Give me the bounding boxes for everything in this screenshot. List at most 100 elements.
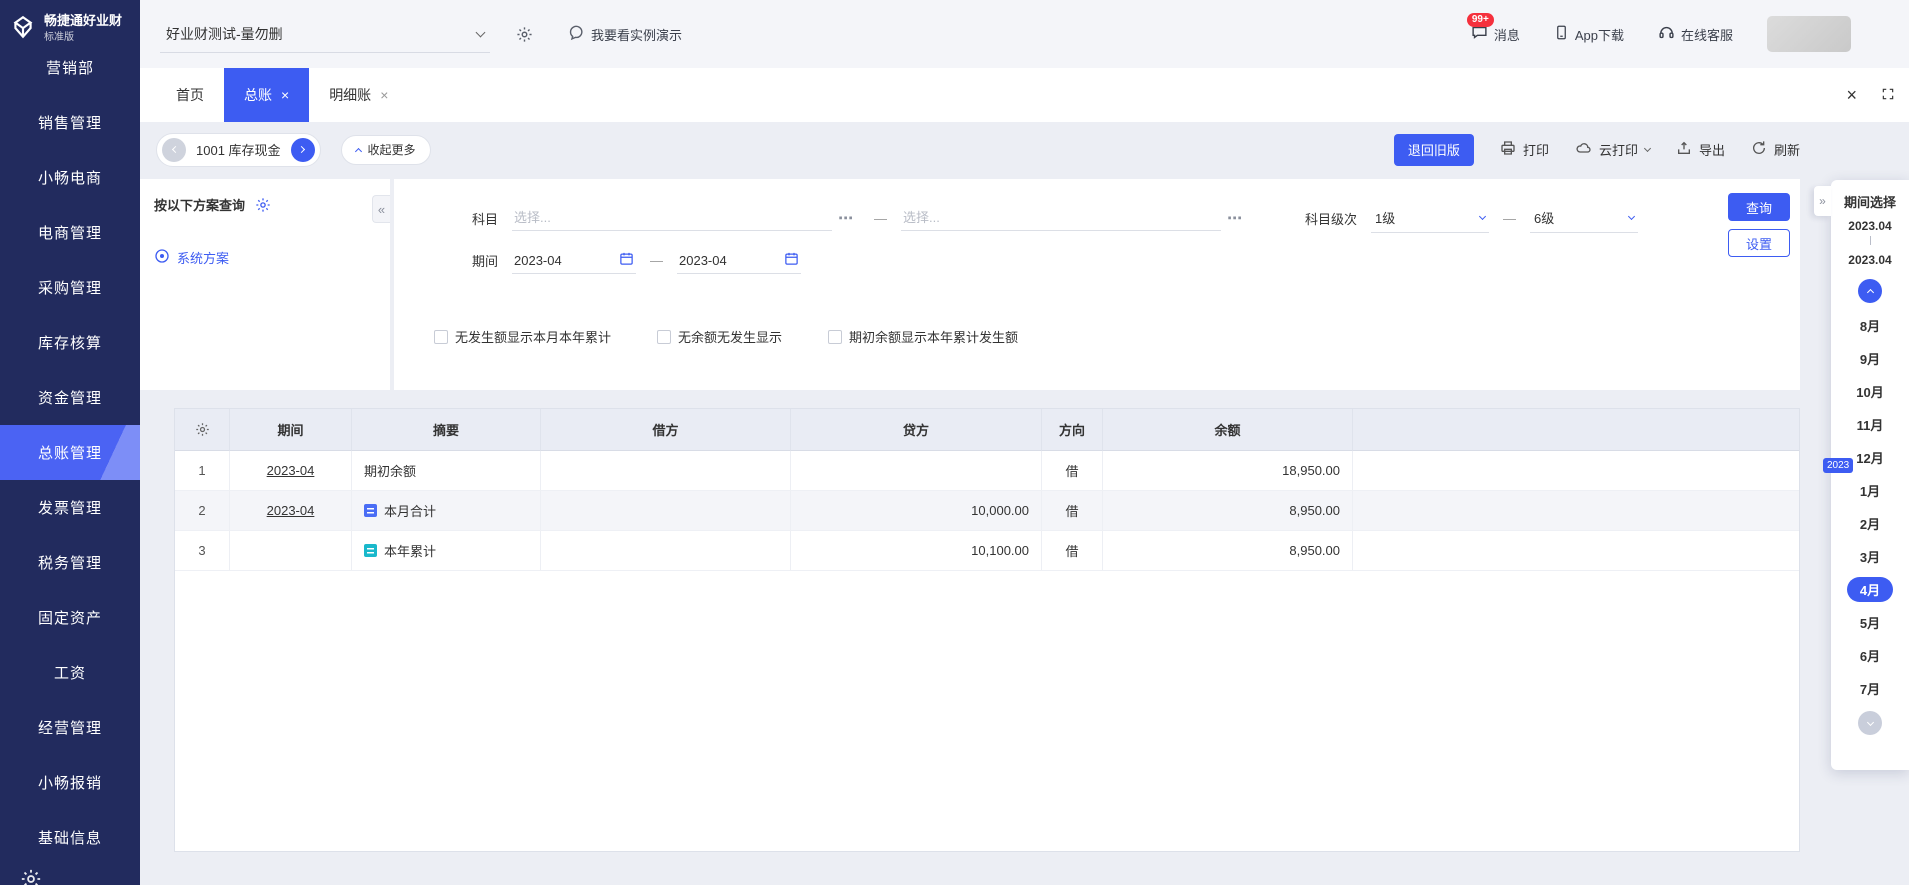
scheme-gear-icon[interactable] — [255, 197, 271, 213]
ledger-toolbar: 1001 库存现金 收起更多 退回旧版 打印 云打印 导出 刷新 — [140, 122, 1800, 177]
month-item[interactable]: 7月 — [1831, 672, 1909, 705]
app-download-button[interactable]: App下载 — [1554, 24, 1624, 44]
settings-button[interactable]: 设置 — [1728, 229, 1790, 257]
table-header-row: 期间 摘要 借方 贷方 方向 余额 — [175, 409, 1799, 451]
sidebar-item-sales[interactable]: 销售管理 — [0, 95, 140, 150]
sidebar-item-expense[interactable]: 小畅报销 — [0, 755, 140, 810]
tab-detail-ledger[interactable]: 明细账 × — [309, 68, 408, 122]
header-settings-gear-icon[interactable] — [516, 26, 533, 43]
speech-bubble-icon — [567, 24, 584, 44]
tab-close-icon[interactable]: × — [380, 88, 388, 102]
month-item[interactable]: 2月 — [1831, 507, 1909, 540]
user-avatar[interactable] — [1767, 16, 1851, 52]
refresh-button[interactable]: 刷新 — [1751, 140, 1800, 159]
demo-link[interactable]: 我要看实例演示 — [567, 24, 682, 44]
message-bubble-icon — [1471, 24, 1488, 44]
prev-account-button[interactable] — [162, 137, 186, 162]
account-label: 1001 库存现金 — [196, 143, 281, 158]
online-service-button[interactable]: 在线客服 — [1658, 24, 1733, 44]
range-dash: — — [874, 210, 888, 226]
app-logo: 畅捷通好业财 标准版 — [0, 0, 140, 56]
month-item[interactable]: 5月 — [1831, 606, 1909, 639]
month-item[interactable]: 6月 — [1831, 639, 1909, 672]
close-icon[interactable]: × — [1846, 85, 1857, 106]
sidebar-item-fixed-assets[interactable]: 固定资产 — [0, 590, 140, 645]
messages-button[interactable]: 99+ 消息 — [1466, 13, 1520, 44]
sidebar-item-ecommerce-mini[interactable]: 小畅电商 — [0, 150, 140, 205]
direction-cell: 借 — [1042, 531, 1103, 571]
checkbox-hide-no-balance[interactable]: 无余额无发生显示 — [657, 327, 782, 346]
sidebar-menu: 营销部 销售管理 小畅电商 电商管理 采购管理 库存核算 资金管理 总账管理 发… — [0, 40, 140, 865]
balance-cell: 8,950.00 — [1103, 531, 1353, 571]
subject-to-picker-button[interactable]: ⋯ — [1227, 209, 1243, 227]
company-selector[interactable]: 好业财测试-量勿删 — [160, 16, 490, 53]
sidebar-item-base-info[interactable]: 基础信息 — [0, 810, 140, 865]
range-dash: — — [650, 253, 664, 268]
sidebar-item-tax[interactable]: 税务管理 — [0, 535, 140, 590]
level-from-select[interactable]: 1级 — [1371, 203, 1490, 233]
month-item[interactable]: 11月 — [1831, 408, 1909, 441]
month-item[interactable]: 1月 — [1831, 474, 1909, 507]
checkbox-show-month-year-accumulate[interactable]: 无发生额显示本月本年累计 — [434, 327, 611, 346]
account-switcher[interactable]: 1001 库存现金 — [156, 132, 321, 167]
cloud-print-button[interactable]: 云打印 — [1575, 140, 1652, 159]
logo-title: 畅捷通好业财 — [44, 13, 123, 28]
sidebar-item-general-ledger[interactable]: 总账管理 — [0, 425, 140, 480]
subject-from-picker-button[interactable]: ⋯ — [838, 209, 854, 227]
scroll-up-button[interactable] — [1858, 279, 1882, 303]
collapse-more-button[interactable]: 收起更多 — [340, 134, 431, 165]
tab-home[interactable]: 首页 — [156, 68, 224, 122]
table-row[interactable]: 3 本年累计 10,100.00 借 8,950.00 — [175, 531, 1799, 571]
subject-to-input[interactable] — [901, 205, 1222, 231]
app-download-label: App下载 — [1574, 27, 1624, 43]
scheme-panel-collapse-button[interactable]: « — [372, 195, 390, 223]
sidebar-item-purchase[interactable]: 采购管理 — [0, 260, 140, 315]
range-separator — [1869, 236, 1871, 245]
period-panel-collapse-button[interactable]: » — [1814, 186, 1831, 216]
checkbox-label: 无发生额显示本月本年累计 — [455, 330, 612, 345]
checkbox-label: 无余额无发生显示 — [678, 330, 783, 345]
table-row[interactable]: 1 2023-04 期初余额 借 18,950.00 — [175, 451, 1799, 491]
level-to-select[interactable]: 6级 — [1530, 203, 1639, 233]
month-item[interactable]: 8月 — [1831, 309, 1909, 342]
subject-from-input[interactable] — [512, 205, 833, 231]
year-total-doc-icon — [364, 544, 377, 557]
back-to-old-version-button[interactable]: 退回旧版 — [1393, 133, 1474, 166]
month-item[interactable]: 3月 — [1831, 540, 1909, 573]
header-blank — [1353, 409, 1799, 451]
month-item-selected[interactable]: 4月 — [1831, 573, 1909, 606]
month-item[interactable]: 10月 — [1831, 375, 1909, 408]
sidebar-item-funds[interactable]: 资金管理 — [0, 370, 140, 425]
print-button[interactable]: 打印 — [1500, 140, 1549, 159]
sidebar-item-invoice[interactable]: 发票管理 — [0, 480, 140, 535]
phone-icon — [1554, 24, 1569, 44]
subject-filter-row: 科目 ⋯ — ⋯ 科目级次 1级 — 6级 — [472, 203, 1639, 233]
sidebar-item-payroll[interactable]: 工资 — [0, 645, 140, 700]
period-link[interactable]: 2023-04 — [267, 503, 315, 518]
tab-general-ledger[interactable]: 总账 × — [224, 68, 310, 122]
sidebar-item-operation[interactable]: 经营管理 — [0, 700, 140, 755]
sidebar-item-ecommerce[interactable]: 电商管理 — [0, 205, 140, 260]
collapse-more-label: 收起更多 — [367, 143, 416, 157]
debit-cell — [541, 531, 791, 571]
tab-close-icon[interactable]: × — [281, 88, 289, 102]
next-account-button[interactable] — [290, 137, 315, 162]
checkbox-opening-balance-accumulate[interactable]: 期初余额显示本年累计发生额 — [828, 327, 1018, 346]
period-to-picker[interactable]: 2023-04 — [677, 247, 802, 274]
sidebar-item-inventory[interactable]: 库存核算 — [0, 315, 140, 370]
scroll-down-button[interactable] — [1858, 711, 1882, 735]
period-from-picker[interactable]: 2023-04 — [512, 247, 637, 274]
export-button[interactable]: 导出 — [1676, 140, 1725, 159]
tab-detail-label: 明细账 — [329, 87, 372, 103]
table-row[interactable]: 2 2023-04 本月合计 10,000.00 借 8,950.00 — [175, 491, 1799, 531]
system-scheme-item[interactable]: 系统方案 — [154, 248, 390, 267]
search-button[interactable]: 查询 — [1728, 193, 1790, 221]
level-to-value: 6级 — [1534, 211, 1555, 226]
scheme-panel-title: 按以下方案查询 — [154, 198, 246, 213]
fullscreen-icon[interactable] — [1881, 87, 1895, 104]
month-item[interactable]: 9月 — [1831, 342, 1909, 375]
column-settings-button[interactable] — [175, 409, 230, 451]
period-link[interactable]: 2023-04 — [267, 463, 315, 478]
chevron-down-icon — [1643, 144, 1652, 152]
sidebar-settings-gear-icon[interactable] — [20, 868, 42, 885]
